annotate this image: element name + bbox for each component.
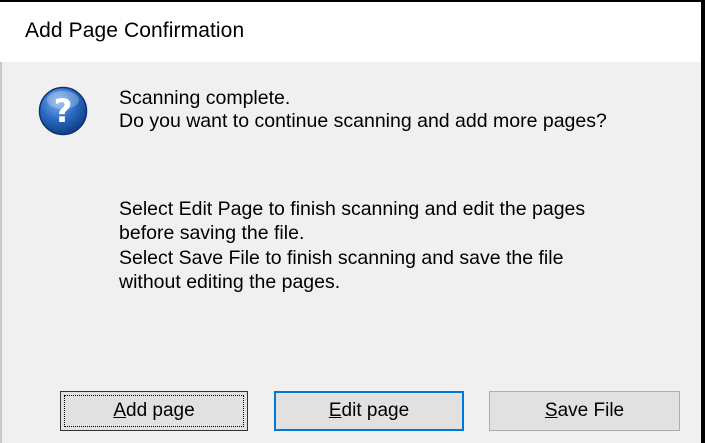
confirmation-dialog: Add Page Confirmation ? Scanning complet… bbox=[0, 0, 705, 443]
dialog-left-border bbox=[0, 62, 2, 443]
add-page-mnemonic: A bbox=[113, 400, 126, 421]
svg-text:?: ? bbox=[54, 92, 73, 130]
edit-page-mnemonic: E bbox=[328, 400, 342, 421]
edit-page-button[interactable]: Edit page bbox=[274, 391, 464, 431]
add-page-label: dd page bbox=[126, 400, 195, 421]
title-bar[interactable]: Add Page Confirmation bbox=[0, 2, 701, 62]
message-line-1: Scanning complete. bbox=[119, 87, 291, 109]
message-line-5: Select Save File to finish scanning and … bbox=[119, 247, 564, 269]
add-page-button[interactable]: Add page bbox=[60, 391, 248, 431]
dialog-title: Add Page Confirmation bbox=[25, 19, 245, 42]
question-icon: ? bbox=[38, 86, 88, 136]
message-line-2: Do you want to continue scanning and add… bbox=[119, 110, 607, 132]
save-file-mnemonic: S bbox=[544, 400, 558, 421]
message-line-6: without editing the pages. bbox=[119, 271, 341, 293]
save-file-button[interactable]: Save File bbox=[489, 391, 680, 431]
edit-page-label: dit page bbox=[341, 400, 410, 421]
message-line-3: Select Edit Page to finish scanning and … bbox=[119, 198, 586, 220]
save-file-label: ave File bbox=[557, 400, 625, 421]
message-line-4: before saving the file. bbox=[119, 222, 305, 244]
